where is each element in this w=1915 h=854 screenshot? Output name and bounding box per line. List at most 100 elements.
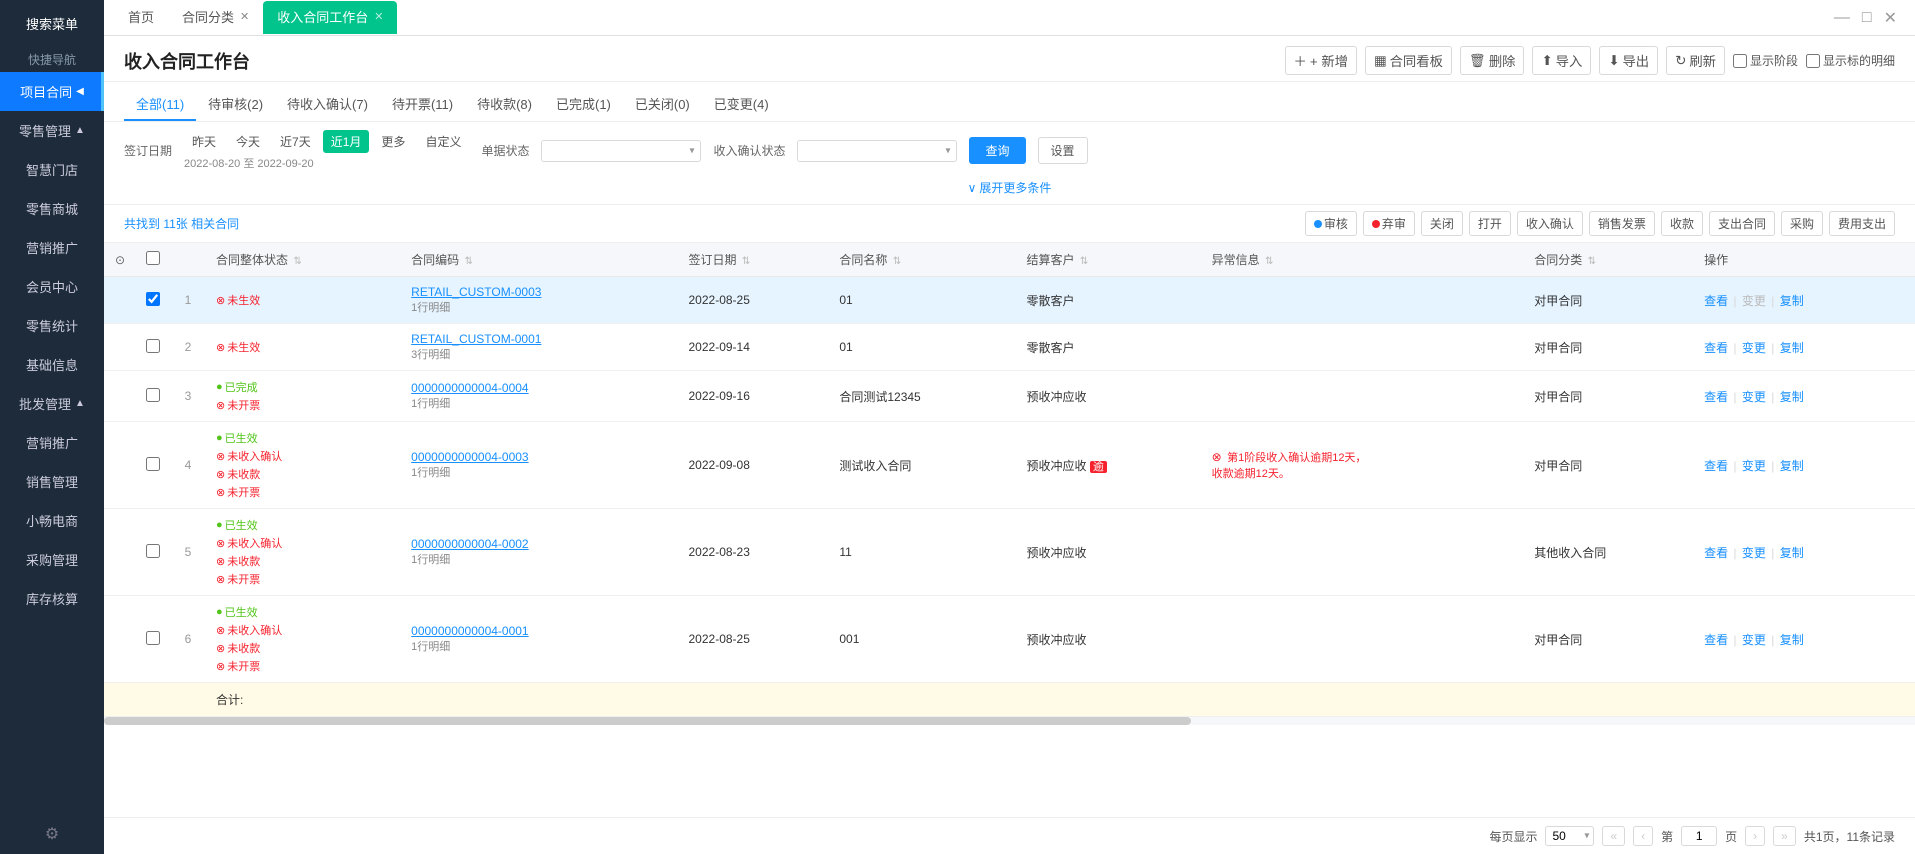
row2-copy-btn[interactable]: 复制 <box>1780 341 1804 355</box>
row1-checkbox[interactable] <box>136 277 170 324</box>
row6-view-btn[interactable]: 查看 <box>1704 633 1728 647</box>
date-btn-more[interactable]: 更多 <box>373 130 413 153</box>
row6-cb[interactable] <box>146 631 160 645</box>
print-btn[interactable]: 打开 <box>1469 211 1511 236</box>
import-button[interactable]: ⬆ 导入 <box>1532 46 1591 75</box>
purchase-btn[interactable]: 采购 <box>1781 211 1823 236</box>
date-btn-custom[interactable]: 自定义 <box>417 130 469 153</box>
tab-home[interactable]: 首页 <box>114 0 168 36</box>
sub-tab-all[interactable]: 全部(11) <box>124 88 196 121</box>
row5-view-btn[interactable]: 查看 <box>1704 546 1728 560</box>
row2-code-link[interactable]: RETAIL_CUSTOM-0001 <box>411 332 541 346</box>
row3-view-btn[interactable]: 查看 <box>1704 390 1728 404</box>
date-btn-yesterday[interactable]: 昨天 <box>184 130 224 153</box>
row3-copy-btn[interactable]: 复制 <box>1780 390 1804 404</box>
row3-edit-btn[interactable]: 变更 <box>1742 390 1766 404</box>
row4-view-btn[interactable]: 查看 <box>1704 459 1728 473</box>
row1-code-link[interactable]: RETAIL_CUSTOM-0003 <box>411 285 541 299</box>
next-page-btn[interactable]: › <box>1745 826 1765 846</box>
income-confirm-select[interactable] <box>797 140 957 162</box>
tab-income-workbench[interactable]: 收入合同工作台 ✕ <box>263 1 397 34</box>
row4-checkbox[interactable] <box>136 422 170 509</box>
sidebar-search[interactable]: 搜索菜单 <box>0 0 104 43</box>
show-marks-checkbox[interactable] <box>1806 54 1820 68</box>
page-size-select[interactable]: 10 20 50 100 <box>1545 826 1594 846</box>
new-button[interactable]: ＋ + 新增 <box>1285 46 1357 75</box>
sidebar-item-inventory[interactable]: 库存核算 <box>0 579 104 618</box>
row5-checkbox[interactable] <box>136 509 170 596</box>
row5-cb[interactable] <box>146 544 160 558</box>
sidebar-item-marketing2[interactable]: 营销推广 <box>0 423 104 462</box>
sales-invoice-btn[interactable]: 销售发票 <box>1589 211 1655 236</box>
row4-edit-btn[interactable]: 变更 <box>1742 459 1766 473</box>
row2-checkbox[interactable] <box>136 324 170 371</box>
select-all-checkbox[interactable] <box>146 251 160 265</box>
row6-checkbox[interactable] <box>136 596 170 683</box>
sub-tab-closed[interactable]: 已关闭(0) <box>623 88 702 121</box>
sidebar-quick-nav[interactable]: 快捷导航 <box>0 43 104 72</box>
row2-edit-btn[interactable]: 变更 <box>1742 341 1766 355</box>
tab-contract-type-close[interactable]: ✕ <box>240 10 249 23</box>
date-btn-last1m[interactable]: 近1月 <box>323 130 370 153</box>
tab-contract-type[interactable]: 合同分类 ✕ <box>168 0 263 36</box>
prev-page-btn[interactable]: ‹ <box>1633 826 1653 846</box>
row4-cb[interactable] <box>146 457 160 471</box>
query-button[interactable]: 查询 <box>969 137 1025 164</box>
sidebar-item-smart-store[interactable]: 智慧门店 <box>0 150 104 189</box>
income-confirm-btn[interactable]: 收入确认 <box>1517 211 1583 236</box>
sidebar-item-retail-stats[interactable]: 零售统计 <box>0 306 104 345</box>
pay-out-btn[interactable]: 支出合同 <box>1709 211 1775 236</box>
page-number-input[interactable] <box>1681 826 1717 846</box>
row3-code-link[interactable]: 0000000000004-0004 <box>411 381 528 395</box>
expand-filter-button[interactable]: ∨ 展开更多条件 <box>968 179 1052 196</box>
sidebar-item-retail-mall[interactable]: 零售商城 <box>0 189 104 228</box>
row1-cb[interactable] <box>146 292 160 306</box>
sidebar-settings[interactable]: ⚙ <box>0 814 104 854</box>
settings-button[interactable]: 设置 <box>1038 137 1088 164</box>
row3-checkbox[interactable] <box>136 371 170 422</box>
row6-code-link[interactable]: 0000000000004-0001 <box>411 624 528 638</box>
review-btn[interactable]: 审核 <box>1305 211 1357 236</box>
sub-tab-completed[interactable]: 已完成(1) <box>544 88 623 121</box>
window-close[interactable]: ✕ <box>1880 6 1901 30</box>
sub-tab-pending-income-confirm[interactable]: 待收入确认(7) <box>275 88 380 121</box>
row5-edit-btn[interactable]: 变更 <box>1742 546 1766 560</box>
sub-tab-pending-review[interactable]: 待审核(2) <box>196 88 275 121</box>
expense-btn[interactable]: 费用支出 <box>1829 211 1895 236</box>
abandon-btn[interactable]: 弃审 <box>1363 211 1415 236</box>
col-settings[interactable]: ⊙ <box>104 243 136 277</box>
sidebar-item-project-contract[interactable]: 项目合同 ◀ <box>0 72 104 111</box>
row3-cb[interactable] <box>146 388 160 402</box>
sub-tab-pending-payment[interactable]: 待收款(8) <box>465 88 544 121</box>
sidebar-item-member-center[interactable]: 会员中心 <box>0 267 104 306</box>
sidebar-item-xiaochu[interactable]: 小畅电商 <box>0 501 104 540</box>
refresh-button[interactable]: ↻ 刷新 <box>1666 46 1725 75</box>
sub-tab-changed[interactable]: 已变更(4) <box>702 88 781 121</box>
row5-copy-btn[interactable]: 复制 <box>1780 546 1804 560</box>
delete-button[interactable]: 🗑 删除 <box>1460 46 1525 75</box>
row4-copy-btn[interactable]: 复制 <box>1780 459 1804 473</box>
row1-view-btn[interactable]: 查看 <box>1704 294 1728 308</box>
row4-code-link[interactable]: 0000000000004-0003 <box>411 450 528 464</box>
row6-copy-btn[interactable]: 复制 <box>1780 633 1804 647</box>
row5-code-link[interactable]: 0000000000004-0002 <box>411 537 528 551</box>
window-minimize[interactable]: — <box>1830 7 1854 29</box>
sidebar-item-purchase[interactable]: 采购管理 <box>0 540 104 579</box>
window-maximize[interactable]: □ <box>1858 7 1876 29</box>
show-stages-checkbox-wrap[interactable]: 显示阶段 <box>1733 52 1798 69</box>
sidebar-item-sales-mgmt[interactable]: 销售管理 <box>0 462 104 501</box>
last-page-btn[interactable]: » <box>1773 826 1796 846</box>
sidebar-item-wholesale-mgmt[interactable]: 批发管理 ▲ <box>0 384 104 423</box>
sidebar-item-retail-mgmt[interactable]: 零售管理 ▲ <box>0 111 104 150</box>
date-btn-today[interactable]: 今天 <box>228 130 268 153</box>
payment-btn[interactable]: 收款 <box>1661 211 1703 236</box>
horizontal-scrollbar[interactable] <box>104 717 1915 725</box>
show-marks-checkbox-wrap[interactable]: 显示标的明细 <box>1806 52 1895 69</box>
show-stages-checkbox[interactable] <box>1733 54 1747 68</box>
first-page-btn[interactable]: « <box>1602 826 1625 846</box>
sidebar-item-marketing[interactable]: 营销推广 <box>0 228 104 267</box>
tab-income-workbench-close[interactable]: ✕ <box>374 10 383 23</box>
sub-tab-pending-invoice[interactable]: 待开票(11) <box>380 88 465 121</box>
sidebar-item-base-info[interactable]: 基础信息 <box>0 345 104 384</box>
close-btn[interactable]: 关闭 <box>1421 211 1463 236</box>
